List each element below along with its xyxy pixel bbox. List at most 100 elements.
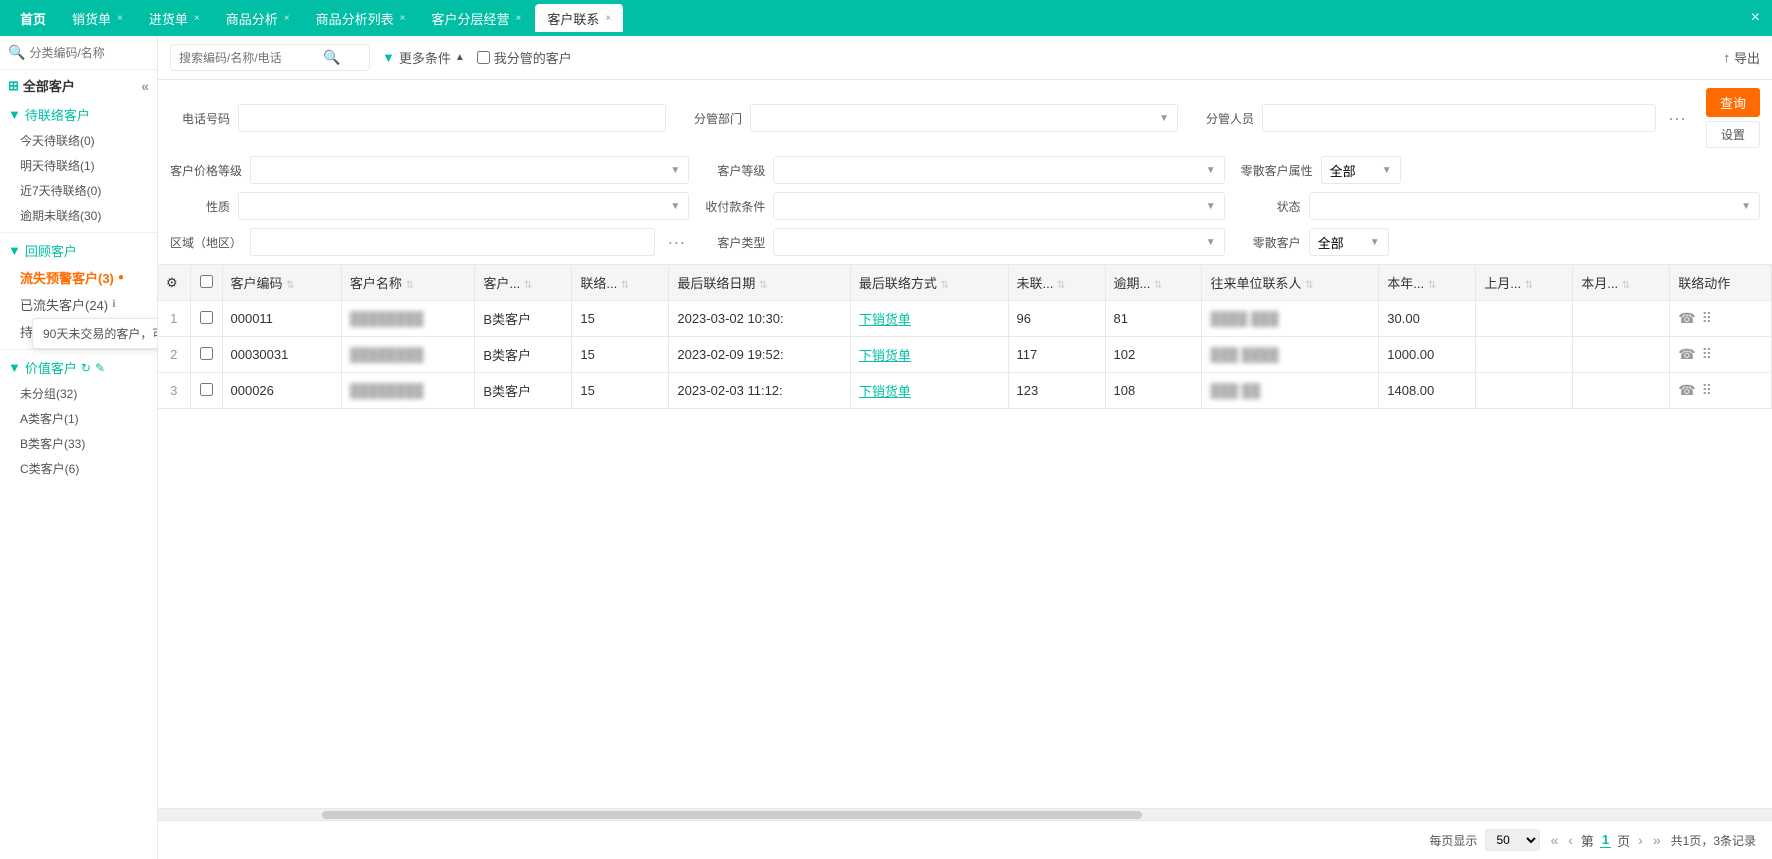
prev-page-button[interactable]: ‹ [1566, 832, 1575, 848]
customer-level-select[interactable]: ▼ [773, 156, 1224, 184]
close-icon[interactable]: × [284, 13, 290, 24]
last-contact-method[interactable]: 下销货单 [850, 301, 1008, 337]
scrollbar-thumb[interactable] [322, 811, 1142, 819]
row-action[interactable]: ☎ ⠿ [1670, 301, 1772, 337]
search-icon[interactable]: 🔍 [323, 49, 340, 66]
sidebar-group-value-label: 价值客户 [25, 358, 77, 377]
next-page-button[interactable]: › [1636, 832, 1645, 848]
price-level-select[interactable]: ▼ [250, 156, 689, 184]
filter-search-box[interactable]: 🔍 [170, 44, 370, 71]
col-checkbox[interactable] [190, 265, 222, 301]
per-page-select[interactable]: 50 100 200 [1485, 829, 1540, 851]
settings-icon[interactable]: ⚙ [166, 275, 178, 290]
sidebar-collapse-button[interactable]: « [141, 78, 149, 94]
more-button-2[interactable]: ··· [663, 232, 689, 253]
current-page[interactable]: 1 [1600, 832, 1611, 848]
payment-select[interactable]: ▼ [773, 192, 1224, 220]
contact-action-icon[interactable]: ☎ [1678, 382, 1695, 399]
first-page-button[interactable]: « [1548, 832, 1560, 848]
more-action-icon[interactable]: ⠿ [1702, 382, 1712, 399]
close-icon[interactable]: × [117, 13, 123, 24]
select-all-checkbox[interactable] [200, 275, 213, 288]
row-action[interactable]: ☎ ⠿ [1670, 337, 1772, 373]
region-input[interactable] [250, 228, 655, 256]
col-this-month-label: 本月... [1581, 276, 1618, 291]
sidebar-group-pending[interactable]: ▼ 待联络客户 [0, 101, 157, 128]
my-customers-checkbox[interactable]: 我分管的客户 [477, 48, 572, 67]
last-page-button[interactable]: » [1651, 832, 1663, 848]
col-no-contact[interactable]: 未联... [1008, 265, 1105, 301]
export-button[interactable]: ↑ 导出 [1723, 48, 1760, 67]
sidebar-item-class-a[interactable]: A类客户(1) [0, 406, 157, 431]
close-icon[interactable]: × [515, 13, 521, 24]
settings-button[interactable]: 设置 [1706, 121, 1760, 148]
col-type[interactable]: 客户... [475, 265, 572, 301]
close-icon[interactable]: × [605, 13, 611, 24]
dept-select[interactable]: ▼ [750, 104, 1178, 132]
col-contact-person[interactable]: 往来单位联系人 [1202, 265, 1379, 301]
row-checkbox-cell[interactable] [190, 373, 222, 409]
row-checkbox[interactable] [200, 347, 213, 360]
status-select[interactable]: ▼ [1309, 192, 1760, 220]
zero-attr-select[interactable]: 全部 ▼ [1321, 156, 1401, 184]
sidebar-item-overdue[interactable]: 逾期未联络(30) [0, 203, 157, 228]
retail-select[interactable]: 全部 ▼ [1309, 228, 1389, 256]
col-this-year[interactable]: 本年... [1379, 265, 1476, 301]
row-action[interactable]: ☎ ⠿ [1670, 373, 1772, 409]
search-input[interactable] [179, 51, 319, 65]
more-action-icon[interactable]: ⠿ [1702, 310, 1712, 327]
row-checkbox[interactable] [200, 383, 213, 396]
more-action-icon[interactable]: ⠿ [1702, 346, 1712, 363]
nav-tab-sales[interactable]: 销货单 × [60, 4, 135, 32]
col-name[interactable]: 客户名称 [341, 265, 475, 301]
nav-tab-customer-segment[interactable]: 客户分层经营 × [419, 4, 533, 32]
sidebar-item-churned[interactable]: 已流失客户(24) ℹ [0, 291, 157, 318]
horizontal-scrollbar[interactable] [158, 808, 1772, 820]
refresh-icon[interactable]: ↻ [81, 361, 91, 375]
col-this-month[interactable]: 本月... [1573, 265, 1670, 301]
sidebar-item-churn-warning[interactable]: 流失预警客户(3) ● [0, 264, 157, 291]
row-checkbox-cell[interactable] [190, 301, 222, 337]
more-button[interactable]: ··· [1664, 108, 1690, 129]
sidebar-group-value[interactable]: ▼ 价值客户 ↻ ✎ [0, 354, 157, 381]
col-code-label: 客户编码 [231, 276, 283, 291]
sidebar-item-class-b[interactable]: B类客户(33) [0, 431, 157, 456]
sidebar-item-class-c[interactable]: C类客户(6) [0, 456, 157, 481]
nature-select[interactable]: ▼ [238, 192, 689, 220]
col-code[interactable]: 客户编码 [222, 265, 341, 301]
col-contact[interactable]: 联络... [572, 265, 669, 301]
col-last-method[interactable]: 最后联络方式 [850, 265, 1008, 301]
edit-icon[interactable]: ✎ [95, 361, 105, 375]
nav-tab-goods-analysis[interactable]: 商品分析 × [214, 4, 302, 32]
row-checkbox[interactable] [200, 311, 213, 324]
contact-action-icon[interactable]: ☎ [1678, 310, 1695, 327]
col-settings[interactable]: ⚙ [158, 265, 190, 301]
sidebar-item-ungroup[interactable]: 未分组(32) [0, 381, 157, 406]
customer-type-select[interactable]: ▼ [773, 228, 1224, 256]
sidebar-item-tomorrow[interactable]: 明天待联络(1) [0, 153, 157, 178]
col-last-month[interactable]: 上月... [1476, 265, 1573, 301]
nav-tab-goods-list[interactable]: 商品分析列表 × [304, 4, 418, 32]
contact-action-icon[interactable]: ☎ [1678, 346, 1695, 363]
row-checkbox-cell[interactable] [190, 337, 222, 373]
nav-tab-purchase[interactable]: 进货单 × [137, 4, 212, 32]
nav-tab-customer-contact[interactable]: 客户联系 × [535, 4, 623, 32]
sidebar-search-input[interactable] [29, 46, 158, 60]
nav-tab-home[interactable]: 首页 [8, 4, 58, 32]
last-contact-method[interactable]: 下销货单 [850, 373, 1008, 409]
close-icon[interactable]: × [194, 13, 200, 24]
sidebar-item-today[interactable]: 今天待联络(0) [0, 128, 157, 153]
close-icon[interactable]: × [400, 13, 406, 24]
col-last-date[interactable]: 最后联络日期 [669, 265, 851, 301]
last-contact-method[interactable]: 下销货单 [850, 337, 1008, 373]
customer-code: 00030031 [222, 337, 341, 373]
person-input[interactable] [1262, 104, 1656, 132]
phone-input[interactable] [238, 104, 666, 132]
close-all-button[interactable]: × [1747, 5, 1764, 31]
sidebar-group-review[interactable]: ▼ 回顾客户 [0, 237, 157, 264]
query-button[interactable]: 查询 [1706, 88, 1760, 117]
sidebar-item-week[interactable]: 近7天待联络(0) [0, 178, 157, 203]
my-customers-check[interactable] [477, 51, 490, 64]
col-overdue[interactable]: 逾期... [1105, 265, 1202, 301]
more-conditions-button[interactable]: ▼ 更多条件 ▲ [382, 48, 465, 67]
